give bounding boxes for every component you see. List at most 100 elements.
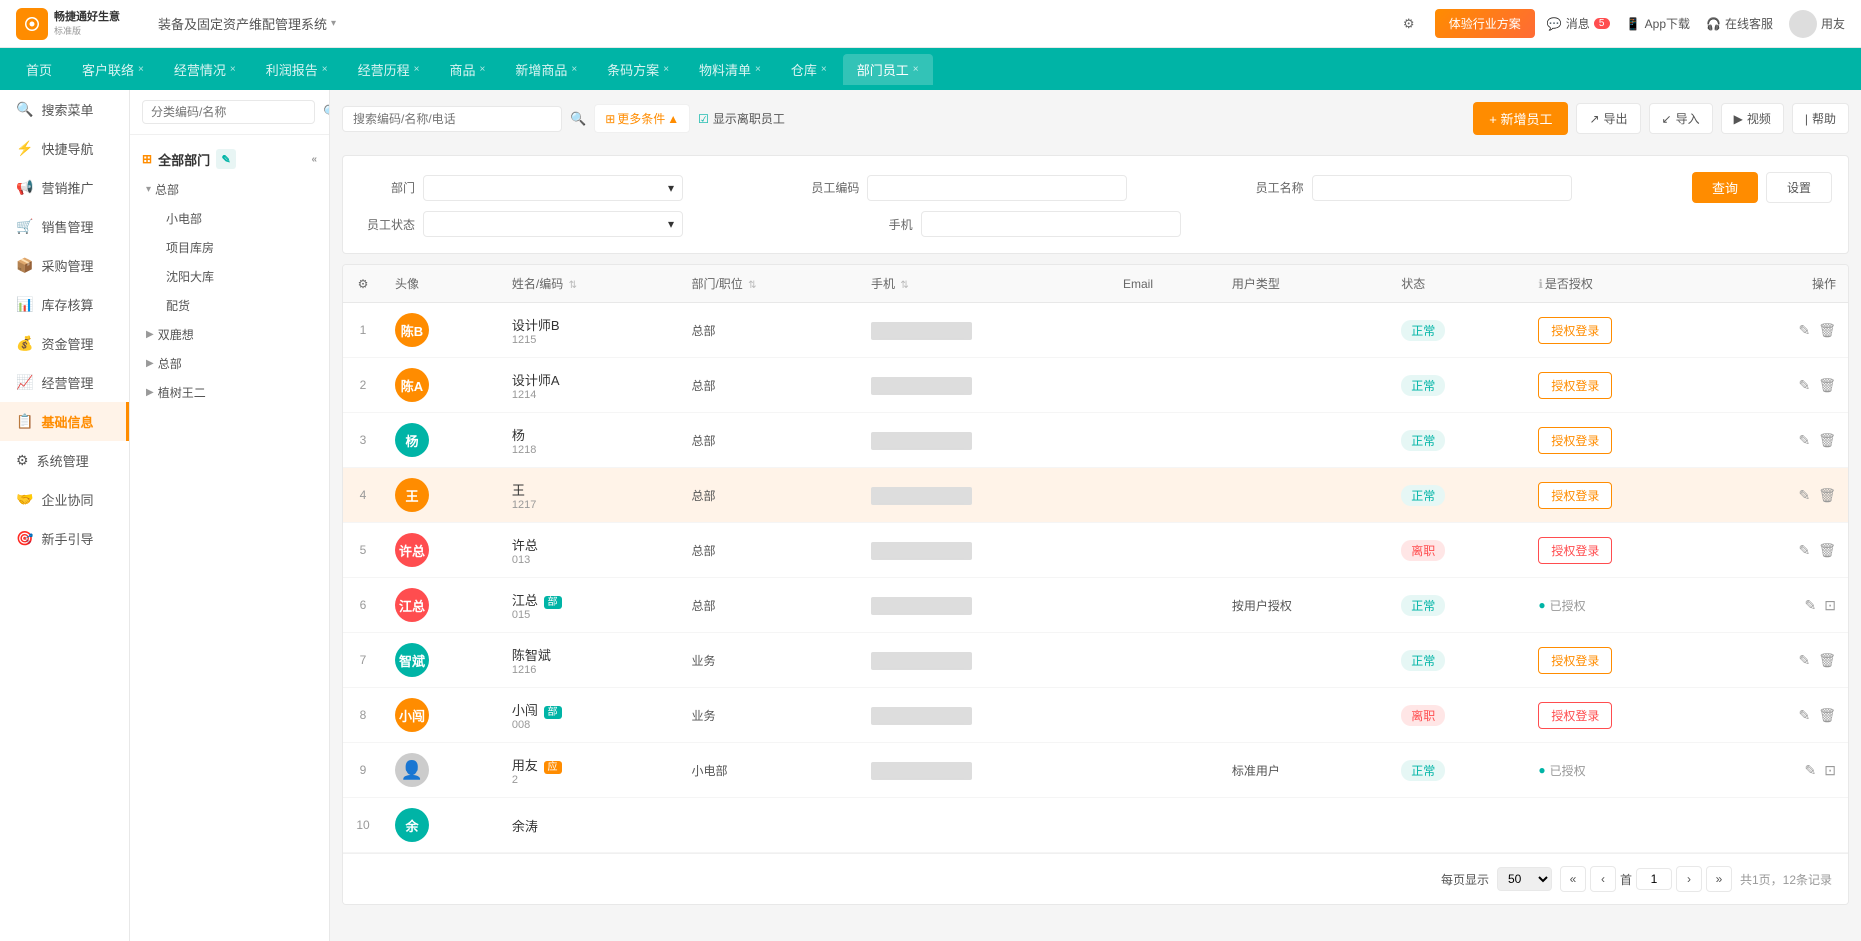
tree-edit-icon[interactable]: ✎: [216, 149, 236, 169]
sidebar-item-collab[interactable]: 🤝 企业协同: [0, 480, 129, 519]
query-button[interactable]: 查询: [1692, 172, 1758, 203]
sidebar-item-guide[interactable]: 🎯 新手引导: [0, 519, 129, 558]
tree-node-zhishu[interactable]: ▶ 植树王二: [130, 378, 329, 407]
tab-add-goods-close[interactable]: ×: [571, 64, 577, 75]
delete-icon-7[interactable]: 🗑: [1818, 652, 1836, 669]
last-page-btn[interactable]: »: [1706, 866, 1732, 892]
export-button[interactable]: ↗ 导出: [1576, 103, 1640, 134]
sidebar-item-marketing[interactable]: 📢 营销推广: [0, 168, 129, 207]
phone-sort-icon[interactable]: ⇅: [900, 280, 908, 291]
sidebar-item-basic[interactable]: 📋 基础信息: [0, 402, 129, 441]
tab-history-close[interactable]: ×: [414, 64, 420, 75]
copy-icon-9[interactable]: ⊡: [1824, 762, 1836, 779]
tab-history[interactable]: 经营历程 ×: [344, 54, 434, 85]
tab-profit-close[interactable]: ×: [322, 64, 328, 75]
auth-btn-4[interactable]: 授权登录: [1538, 482, 1612, 509]
tab-department-close[interactable]: ×: [913, 64, 919, 75]
tab-goods[interactable]: 商品 ×: [435, 54, 499, 85]
sidebar-item-finance[interactable]: 💰 资金管理: [0, 324, 129, 363]
tab-warehouse-close[interactable]: ×: [821, 64, 827, 75]
tab-department[interactable]: 部门员工 ×: [843, 54, 933, 85]
tab-bom-close[interactable]: ×: [755, 64, 761, 75]
edit-icon-9[interactable]: ✎: [1805, 762, 1817, 779]
first-page-btn[interactable]: «: [1560, 866, 1586, 892]
sidebar-item-purchase[interactable]: 📦 采购管理: [0, 246, 129, 285]
sidebar-item-search[interactable]: 🔍 搜索菜单: [0, 90, 129, 129]
tree-search-button[interactable]: 🔍: [323, 104, 330, 120]
tab-goods-close[interactable]: ×: [479, 64, 485, 75]
tab-warehouse[interactable]: 仓库 ×: [777, 54, 841, 85]
auth-btn-8[interactable]: 授权登录: [1538, 702, 1612, 729]
prev-page-btn[interactable]: ‹: [1590, 866, 1616, 892]
edit-icon-6[interactable]: ✎: [1805, 597, 1817, 614]
page-size-select[interactable]: 50 20 100: [1497, 867, 1552, 891]
tree-node-hq2[interactable]: ▶ 总部: [130, 349, 329, 378]
edit-icon-2[interactable]: ✎: [1798, 377, 1810, 394]
tab-barcode-close[interactable]: ×: [663, 64, 669, 75]
auth-btn-1[interactable]: 授权登录: [1538, 317, 1612, 344]
tab-profit[interactable]: 利润报告 ×: [252, 54, 342, 85]
tab-operations[interactable]: 经营情况 ×: [160, 54, 250, 85]
sidebar-item-nav[interactable]: ⚡ 快捷导航: [0, 129, 129, 168]
more-conditions-button[interactable]: ⊞ 更多条件 ▲: [594, 104, 690, 133]
tab-barcode[interactable]: 条码方案 ×: [593, 54, 683, 85]
auth-btn-3[interactable]: 授权登录: [1538, 427, 1612, 454]
sidebar-item-system[interactable]: ⚙ 系统管理: [0, 441, 129, 480]
status-select[interactable]: ▾: [423, 211, 683, 237]
settings-icon[interactable]: ⚙: [1395, 10, 1423, 38]
tree-node-project[interactable]: 项目库房: [130, 233, 329, 262]
settings-col-icon[interactable]: ⚙: [358, 277, 369, 291]
next-page-btn[interactable]: ›: [1676, 866, 1702, 892]
delete-icon-1[interactable]: 🗑: [1818, 322, 1836, 339]
filter-search-icon[interactable]: 🔍: [570, 111, 586, 127]
tree-node-headquarters[interactable]: ▾ 总部: [130, 175, 329, 204]
edit-icon-7[interactable]: ✎: [1798, 652, 1810, 669]
employee-code-input[interactable]: [867, 175, 1127, 201]
edit-icon-4[interactable]: ✎: [1798, 487, 1810, 504]
edit-icon-5[interactable]: ✎: [1798, 542, 1810, 559]
edit-icon-3[interactable]: ✎: [1798, 432, 1810, 449]
tree-all-dept[interactable]: ⊞ 全部部门 ✎ «: [130, 143, 329, 175]
edit-icon-8[interactable]: ✎: [1798, 707, 1810, 724]
messages-action[interactable]: 💬 消息 5: [1547, 15, 1610, 32]
video-button[interactable]: ▶ 视频: [1721, 103, 1784, 134]
auth-btn-7[interactable]: 授权登录: [1538, 647, 1612, 674]
delete-icon-5[interactable]: 🗑: [1818, 542, 1836, 559]
system-title-dropdown[interactable]: ▾: [331, 18, 336, 29]
auth-btn-5[interactable]: 授权登录: [1538, 537, 1612, 564]
tab-operations-close[interactable]: ×: [230, 64, 236, 75]
tree-node-shenyang[interactable]: 沈阳大库: [130, 262, 329, 291]
delete-icon-2[interactable]: 🗑: [1818, 377, 1836, 394]
show-resigned-toggle[interactable]: ☑ 显示离职员工: [698, 110, 785, 127]
sidebar-item-inventory[interactable]: 📊 库存核算: [0, 285, 129, 324]
delete-icon-8[interactable]: 🗑: [1818, 707, 1836, 724]
add-employee-button[interactable]: + 新增员工: [1473, 102, 1568, 135]
tree-node-shuangluxiang[interactable]: ▶ 双鹿想: [130, 320, 329, 349]
user-action[interactable]: 用友: [1789, 10, 1845, 38]
sidebar-item-management[interactable]: 📈 经营管理: [0, 363, 129, 402]
tab-customer[interactable]: 客户联络 ×: [68, 54, 158, 85]
import-button[interactable]: ↙ 导入: [1649, 103, 1713, 134]
service-action[interactable]: 🎧 在线客服: [1706, 15, 1773, 32]
delete-icon-4[interactable]: 🗑: [1818, 487, 1836, 504]
dept-sort-icon[interactable]: ⇅: [748, 280, 756, 291]
edit-icon-1[interactable]: ✎: [1798, 322, 1810, 339]
set-button[interactable]: 设置: [1766, 172, 1832, 203]
tree-search-input[interactable]: [142, 100, 315, 124]
copy-icon-6[interactable]: ⊡: [1824, 597, 1836, 614]
help-button[interactable]: | 帮助: [1792, 103, 1849, 134]
sidebar-item-sales[interactable]: 🛒 销售管理: [0, 207, 129, 246]
name-sort-icon[interactable]: ⇅: [569, 280, 577, 291]
tree-node-small-elec[interactable]: 小电部: [130, 204, 329, 233]
delete-icon-3[interactable]: 🗑: [1818, 432, 1836, 449]
employee-name-input[interactable]: [1312, 175, 1572, 201]
app-download-action[interactable]: 📱 App下载: [1626, 15, 1690, 32]
search-input[interactable]: [342, 106, 562, 132]
tree-node-delivery[interactable]: 配货: [130, 291, 329, 320]
trial-button[interactable]: 体验行业方案: [1435, 9, 1535, 38]
tab-customer-close[interactable]: ×: [138, 64, 144, 75]
phone-input[interactable]: [921, 211, 1181, 237]
tab-add-goods[interactable]: 新增商品 ×: [501, 54, 591, 85]
tab-bom[interactable]: 物料清单 ×: [685, 54, 775, 85]
tab-home[interactable]: 首页: [12, 54, 66, 85]
